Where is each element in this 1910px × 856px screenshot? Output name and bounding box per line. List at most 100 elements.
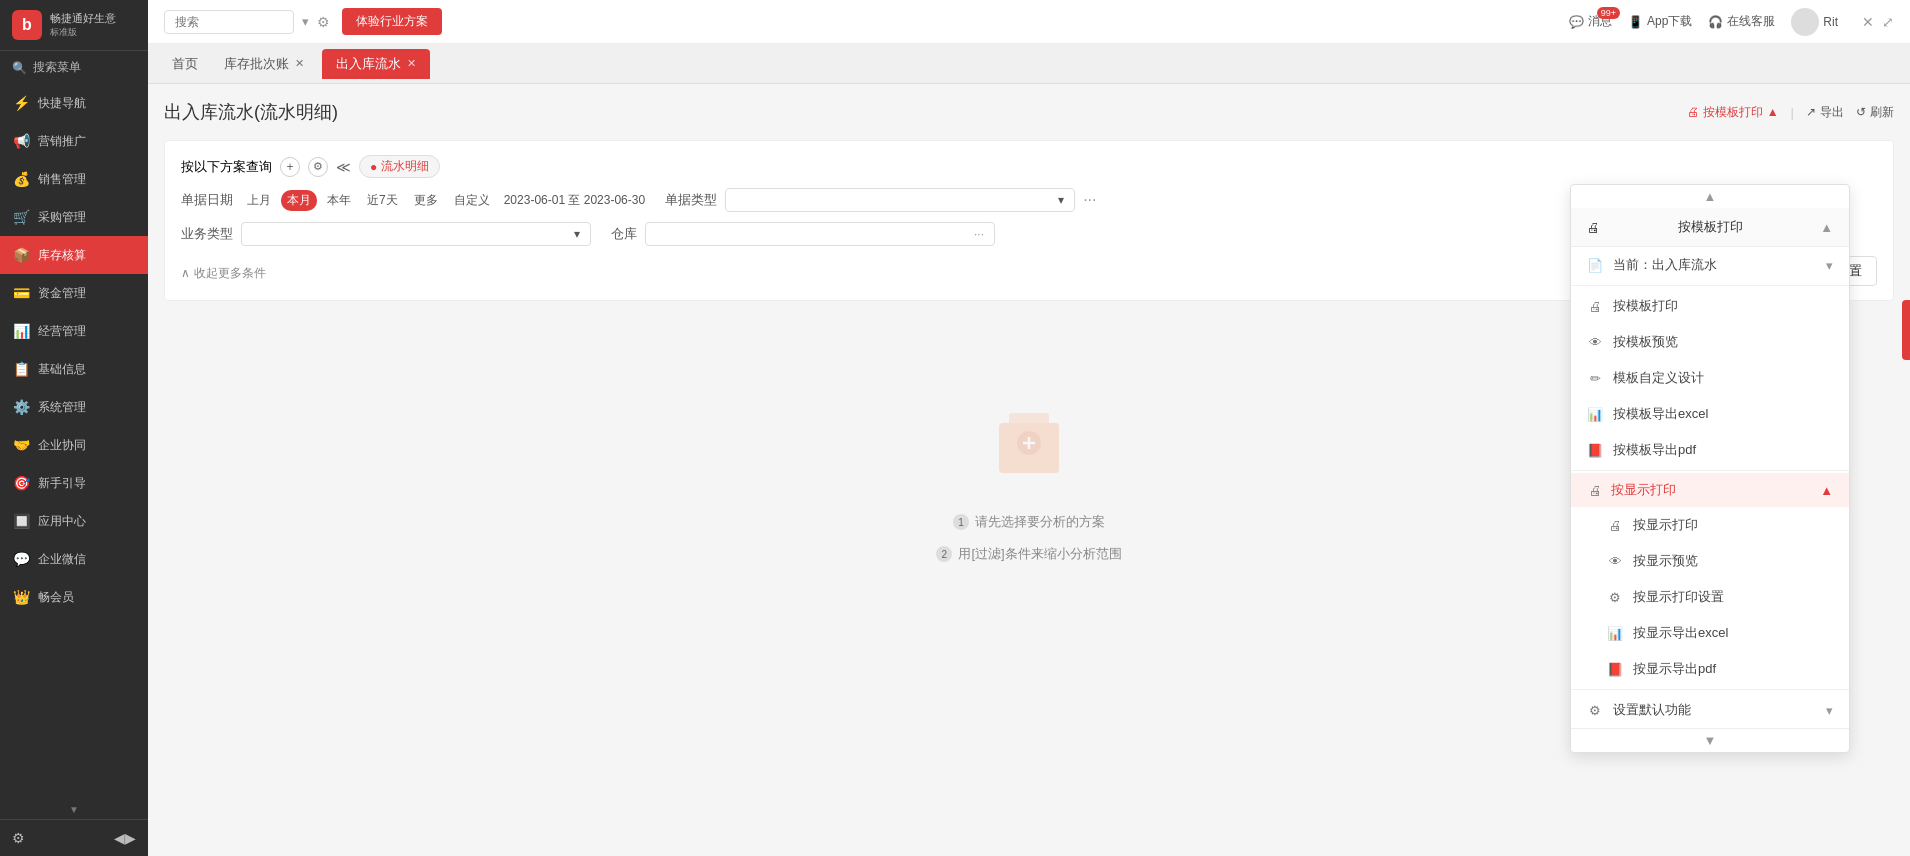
header-search-input[interactable]	[164, 10, 294, 34]
tab-batch-account[interactable]: 库存批次账 ✕	[210, 49, 318, 79]
dropdown-item-display-print[interactable]: 🖨 按显示打印	[1571, 507, 1849, 543]
sidebar-item-finance[interactable]: 💳 资金管理	[0, 274, 148, 312]
dropdown-scroll-up[interactable]: ▲	[1571, 185, 1849, 208]
sidebar-item-inventory[interactable]: 📦 库存核算	[0, 236, 148, 274]
header-dropdown-icon[interactable]: ▾	[302, 14, 309, 29]
dropdown-item-template-pdf[interactable]: 📕 按模板导出pdf	[1571, 432, 1849, 468]
warehouse-select[interactable]: ···	[645, 222, 995, 246]
app-download-label: App下载	[1647, 13, 1692, 30]
settings-icon[interactable]: ⚙	[12, 830, 25, 846]
sidebar-item-label: 资金管理	[38, 285, 86, 302]
close-window-button[interactable]: ✕	[1862, 14, 1874, 30]
doc-type-more-icon[interactable]: ···	[1083, 191, 1096, 209]
dropdown-chevron-icon[interactable]: ▲	[1820, 220, 1833, 235]
logo-icon: b	[12, 10, 42, 40]
doc-type-select[interactable]: ▾	[725, 188, 1075, 212]
sidebar-item-label: 采购管理	[38, 209, 86, 226]
template-print-label: 按模板打印	[1613, 297, 1678, 315]
dropdown-item-template-excel[interactable]: 📊 按模板导出excel	[1571, 396, 1849, 432]
right-edge-handle[interactable]	[1902, 300, 1910, 360]
collapse-icon[interactable]: ◀▶	[114, 830, 136, 846]
print-chevron-up-icon: ▲	[1767, 105, 1779, 119]
dropdown-scroll-down[interactable]: ▼	[1571, 728, 1849, 752]
sidebar-item-sales[interactable]: 💰 销售管理	[0, 160, 148, 198]
export-button[interactable]: ↗ 导出	[1806, 104, 1844, 121]
divider-2	[1571, 470, 1849, 471]
collapse-more-button[interactable]: ∧ 收起更多条件	[181, 265, 266, 282]
refresh-icon: ↺	[1856, 105, 1866, 119]
date-tab-this-year[interactable]: 本年	[321, 190, 357, 211]
print-template-button[interactable]: 🖨 按模板打印 ▲	[1687, 104, 1779, 121]
sidebar-item-operation[interactable]: 📊 经营管理	[0, 312, 148, 350]
guide-icon: 🎯	[12, 474, 30, 492]
sidebar-item-wechat[interactable]: 💬 企业微信	[0, 540, 148, 578]
sidebar-item-marketing[interactable]: 📢 营销推广	[0, 122, 148, 160]
tab-inout-flow[interactable]: 出入库流水 ✕	[322, 49, 430, 79]
sidebar-item-system[interactable]: ⚙️ 系统管理	[0, 388, 148, 426]
dropdown-item-display-preview[interactable]: 👁 按显示预览	[1571, 543, 1849, 579]
tab-close-inout-flow[interactable]: ✕	[407, 57, 416, 70]
template-excel-label: 按模板导出excel	[1613, 405, 1708, 423]
dropdown-item-template-print[interactable]: 🖨 按模板打印	[1571, 288, 1849, 324]
sidebar-item-enterprise[interactable]: 🤝 企业协同	[0, 426, 148, 464]
display-print-label: 按显示打印	[1633, 516, 1698, 534]
date-tab-custom[interactable]: 自定义	[448, 190, 496, 211]
print-icon-header: 🖨	[1587, 220, 1600, 235]
empty-hint-1: 1 请先选择要分析的方案	[953, 509, 1105, 535]
filter-tag-label: 流水明细	[381, 158, 429, 175]
dropdown-item-display-excel[interactable]: 📊 按显示导出excel	[1571, 615, 1849, 651]
message-button[interactable]: 💬 消息 99+	[1569, 13, 1612, 30]
tab-label: 库存批次账	[224, 55, 289, 73]
dropdown-item-template-custom[interactable]: ✏ 模板自定义设计	[1571, 360, 1849, 396]
app-download-button[interactable]: 📱 App下载	[1628, 13, 1692, 30]
hint-text-1: 请先选择要分析的方案	[975, 513, 1105, 531]
warehouse-label: 仓库	[611, 225, 637, 243]
display-print-header[interactable]: 🖨 按显示打印 ▲	[1571, 473, 1849, 507]
tab-close-batch-account[interactable]: ✕	[295, 57, 304, 70]
sidebar-item-purchase[interactable]: 🛒 采购管理	[0, 198, 148, 236]
date-tab-last-month[interactable]: 上月	[241, 190, 277, 211]
trial-industry-button[interactable]: 体验行业方案	[342, 8, 442, 35]
dropdown-item-template-preview[interactable]: 👁 按模板预览	[1571, 324, 1849, 360]
sidebar-item-appcenter[interactable]: 🔲 应用中心	[0, 502, 148, 540]
filter-settings-button[interactable]: ⚙	[308, 157, 328, 177]
sidebar-item-basic[interactable]: 📋 基础信息	[0, 350, 148, 388]
dropdown-current-template[interactable]: 📄 当前：出入库流水 ▾	[1571, 247, 1849, 283]
dropdown-item-display-pdf[interactable]: 📕 按显示导出pdf	[1571, 651, 1849, 687]
date-tab-more[interactable]: 更多	[408, 190, 444, 211]
filter-add-button[interactable]: +	[280, 157, 300, 177]
sidebar-item-guide[interactable]: 🎯 新手引导	[0, 464, 148, 502]
date-tab-7days[interactable]: 近7天	[361, 190, 404, 211]
page-content: 出入库流水(流水明细) 🖨 按模板打印 ▲ | ↗ 导出 ↺ 刷新	[148, 84, 1910, 856]
export-label: 导出	[1820, 104, 1844, 121]
user-area[interactable]: Rit	[1791, 8, 1838, 36]
tab-home[interactable]: 首页	[164, 49, 206, 79]
display-print-icon: 🖨	[1607, 517, 1623, 533]
search-menu-item[interactable]: 🔍 搜索菜单	[0, 51, 148, 84]
purchase-icon: 🛒	[12, 208, 30, 226]
filter-active-tag[interactable]: ● 流水明细	[359, 155, 440, 178]
sidebar-item-label: 应用中心	[38, 513, 86, 530]
filter-collapse-button[interactable]: ≪	[336, 159, 351, 175]
sidebar-item-quick-nav[interactable]: ⚡ 快捷导航	[0, 84, 148, 122]
current-template-icon: 📄	[1587, 257, 1603, 273]
maximize-window-button[interactable]: ⤢	[1882, 14, 1894, 30]
biz-type-dropdown-icon: ▾	[574, 227, 580, 241]
header-gear-icon[interactable]: ⚙	[317, 14, 330, 30]
dropdown-item-default-func[interactable]: ⚙ 设置默认功能 ▾	[1571, 692, 1849, 728]
sidebar-item-vip[interactable]: 👑 畅会员	[0, 578, 148, 616]
system-icon: ⚙️	[12, 398, 30, 416]
refresh-button[interactable]: ↺ 刷新	[1856, 104, 1894, 121]
date-tab-this-month[interactable]: 本月	[281, 190, 317, 211]
online-service-button[interactable]: 🎧 在线客服	[1708, 13, 1775, 30]
dropdown-item-display-settings[interactable]: ⚙ 按显示打印设置	[1571, 579, 1849, 615]
search-menu-label: 搜索菜单	[33, 59, 81, 76]
sidebar-scroll-down[interactable]: ▼	[0, 800, 148, 819]
date-filter-group: 单据日期 上月 本月 本年 近7天 更多 自定义 2023-06-01 至 20…	[181, 190, 645, 211]
inventory-icon: 📦	[12, 246, 30, 264]
online-service-icon: 🎧	[1708, 15, 1723, 29]
sales-icon: 💰	[12, 170, 30, 188]
message-badge: 99+	[1597, 7, 1620, 19]
sidebar-item-label: 企业协同	[38, 437, 86, 454]
biz-type-select[interactable]: ▾	[241, 222, 591, 246]
